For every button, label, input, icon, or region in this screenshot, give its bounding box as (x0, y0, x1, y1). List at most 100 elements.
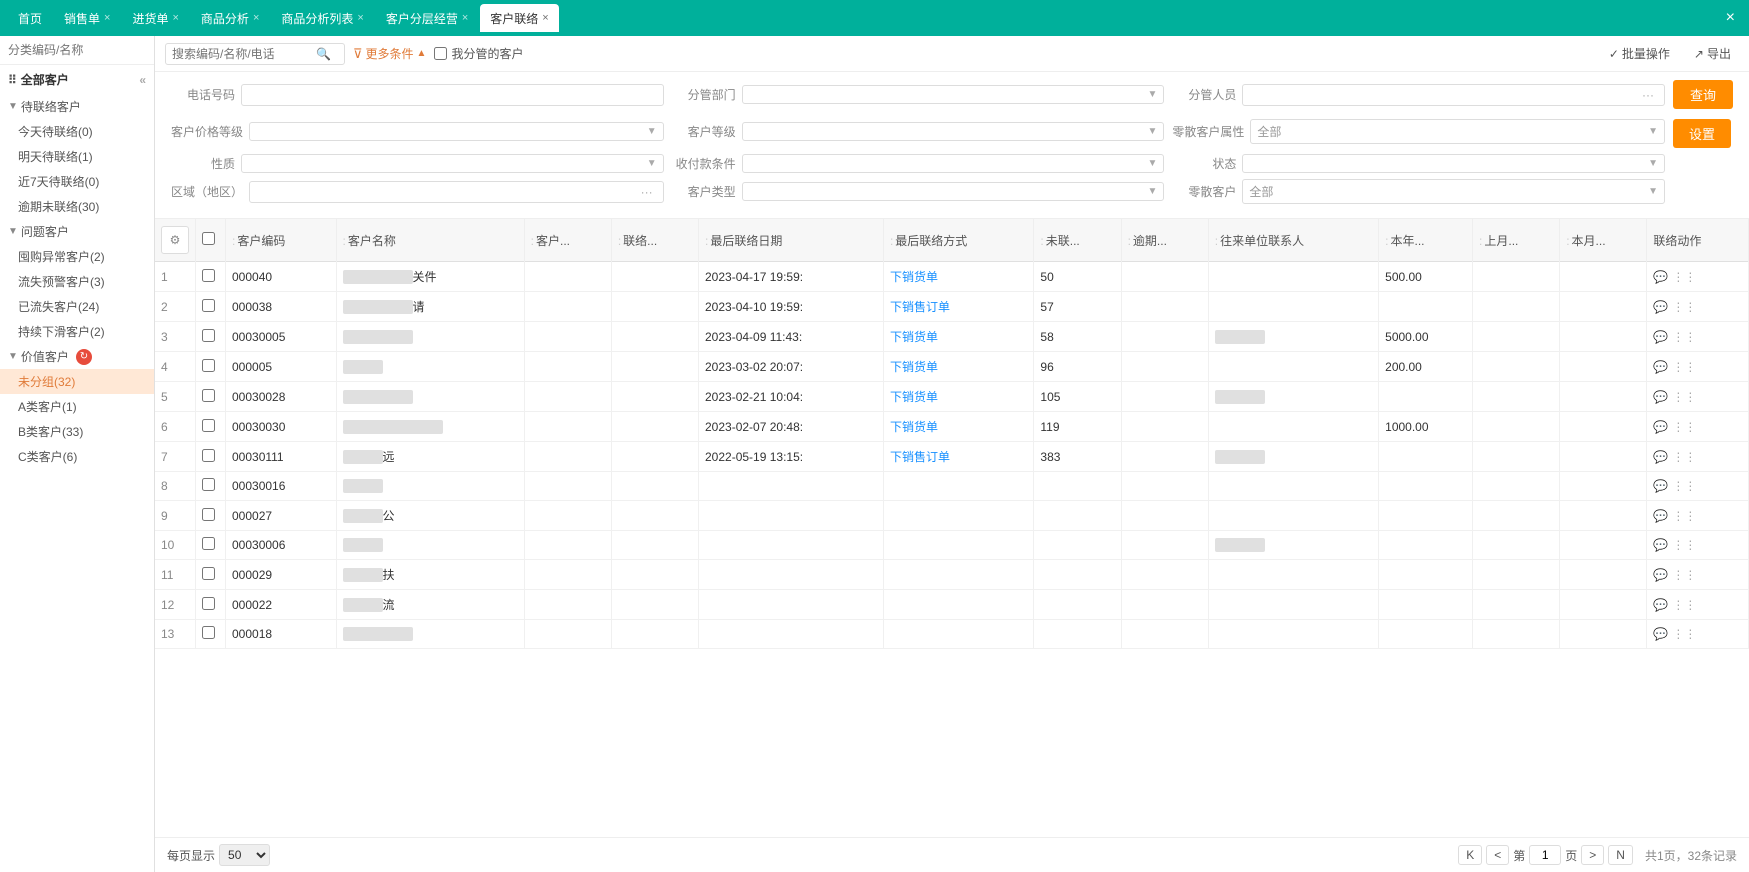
chat-icon[interactable]: 💬 (1653, 568, 1668, 582)
customer-type-select[interactable]: ▼ (742, 182, 1165, 201)
row-select-checkbox[interactable] (202, 419, 215, 432)
close-icon[interactable]: × (253, 12, 259, 24)
tab-home[interactable]: 首页 (8, 4, 52, 32)
sidebar-item-classB[interactable]: B类客户(33) (0, 419, 154, 444)
batch-operation-button[interactable]: ✓ 批量操作 (1601, 42, 1678, 65)
tab-product-list[interactable]: 商品分析列表 × (271, 4, 373, 32)
more-action-icon[interactable]: ⋮⋮ (1672, 568, 1696, 582)
chat-icon[interactable]: 💬 (1653, 509, 1668, 523)
sidebar-all-customers[interactable]: ⠿ 全部客户 « (0, 65, 154, 94)
customer-level-select[interactable]: ▼ (742, 122, 1165, 141)
sidebar-item-churned[interactable]: 已流失客户(24) (0, 294, 154, 319)
more-action-icon[interactable]: ⋮⋮ (1672, 450, 1696, 464)
chat-icon[interactable]: 💬 (1653, 360, 1668, 374)
more-icon[interactable]: ··· (637, 185, 657, 199)
tab-customer-seg[interactable]: 客户分层经营 × (376, 4, 478, 32)
row-select-checkbox[interactable] (202, 449, 215, 462)
sidebar-item-tomorrow[interactable]: 明天待联络(1) (0, 144, 154, 169)
more-action-icon[interactable]: ⋮⋮ (1672, 538, 1696, 552)
sidebar-item-declining[interactable]: 持续下滑客户(2) (0, 319, 154, 344)
sidebar-item-hoarding[interactable]: 囤购异常客户(2) (0, 244, 154, 269)
sidebar-item-today[interactable]: 今天待联络(0) (0, 119, 154, 144)
last-way-link[interactable]: 下销货单 (890, 270, 938, 284)
row-select-checkbox[interactable] (202, 626, 215, 639)
row-select-checkbox[interactable] (202, 389, 215, 402)
chat-icon[interactable]: 💬 (1653, 450, 1668, 464)
last-page-button[interactable]: N (1608, 845, 1633, 865)
retail-customer-select[interactable]: 全部 ▼ (1242, 179, 1665, 204)
last-way-link[interactable]: 下销货单 (890, 330, 938, 344)
row-select-checkbox[interactable] (202, 299, 215, 312)
more-conditions-button[interactable]: ⊽ 更多条件 ▲ (353, 45, 426, 62)
sidebar-item-churn-warn[interactable]: 流失预警客户(3) (0, 269, 154, 294)
close-icon[interactable]: × (172, 12, 178, 24)
retail-attr-select[interactable]: 全部 ▼ (1250, 119, 1665, 144)
window-close-button[interactable]: × (1720, 9, 1741, 27)
more-action-icon[interactable]: ⋮⋮ (1672, 390, 1696, 404)
chat-icon[interactable]: 💬 (1653, 270, 1668, 284)
row-select-checkbox[interactable] (202, 508, 215, 521)
sidebar-item-classC[interactable]: C类客户(6) (0, 444, 154, 469)
close-icon[interactable]: × (462, 12, 468, 24)
nature-select[interactable]: ▼ (241, 154, 664, 173)
more-action-icon[interactable]: ⋮⋮ (1672, 627, 1696, 641)
reset-button[interactable]: 设置 (1673, 119, 1731, 148)
row-select-checkbox[interactable] (202, 597, 215, 610)
chat-icon[interactable]: 💬 (1653, 627, 1668, 641)
more-action-icon[interactable]: ⋮⋮ (1672, 598, 1696, 612)
chat-icon[interactable]: 💬 (1653, 538, 1668, 552)
row-select-checkbox[interactable] (202, 329, 215, 342)
chat-icon[interactable]: 💬 (1653, 598, 1668, 612)
first-page-button[interactable]: K (1458, 845, 1482, 865)
more-action-icon[interactable]: ⋮⋮ (1672, 509, 1696, 523)
sidebar-item-ungroup[interactable]: 未分组(32) (0, 369, 154, 394)
select-all-checkbox[interactable] (202, 232, 215, 245)
manager-select[interactable]: ··· (1242, 84, 1665, 106)
close-icon[interactable]: × (357, 12, 363, 24)
tab-customer-contact[interactable]: 客户联络 × (480, 4, 558, 32)
prev-page-button[interactable]: < (1486, 845, 1509, 865)
row-select-checkbox[interactable] (202, 567, 215, 580)
collapse-icon[interactable]: « (139, 73, 146, 87)
last-way-link[interactable]: 下销货单 (890, 420, 938, 434)
last-way-link[interactable]: 下销货单 (890, 360, 938, 374)
tab-purchase[interactable]: 进货单 × (122, 4, 188, 32)
chat-icon[interactable]: 💬 (1653, 390, 1668, 404)
sidebar-group-pending[interactable]: ▼ 待联络客户 (0, 94, 154, 119)
region-select[interactable]: ··· (249, 181, 664, 203)
tab-product-analysis[interactable]: 商品分析 × (191, 4, 269, 32)
more-action-icon[interactable]: ⋮⋮ (1672, 300, 1696, 314)
row-select-checkbox[interactable] (202, 269, 215, 282)
my-customers-checkbox[interactable] (434, 47, 447, 60)
page-number-input[interactable] (1529, 845, 1561, 865)
tab-sales[interactable]: 销售单 × (54, 4, 120, 32)
more-action-icon[interactable]: ⋮⋮ (1672, 479, 1696, 493)
chat-icon[interactable]: 💬 (1653, 300, 1668, 314)
page-size-select[interactable]: 20 50 100 (219, 844, 270, 866)
last-way-link[interactable]: 下销售订单 (890, 300, 950, 314)
chat-icon[interactable]: 💬 (1653, 420, 1668, 434)
dept-select[interactable]: ▼ (742, 85, 1165, 104)
row-select-checkbox[interactable] (202, 478, 215, 491)
search-input[interactable] (172, 47, 312, 61)
gear-button[interactable]: ⚙ (161, 226, 189, 254)
sidebar-search-input[interactable] (8, 43, 155, 57)
payment-select[interactable]: ▼ (742, 154, 1165, 173)
sidebar-group-problem[interactable]: ▼ 问题客户 (0, 219, 154, 244)
chat-icon[interactable]: 💬 (1653, 479, 1668, 493)
price-level-select[interactable]: ▼ (249, 122, 664, 141)
more-action-icon[interactable]: ⋮⋮ (1672, 360, 1696, 374)
more-action-icon[interactable]: ⋮⋮ (1672, 330, 1696, 344)
close-icon[interactable]: × (104, 12, 110, 24)
row-select-checkbox[interactable] (202, 537, 215, 550)
status-select[interactable]: ▼ (1242, 154, 1665, 173)
next-page-button[interactable]: > (1581, 845, 1604, 865)
more-action-icon[interactable]: ⋮⋮ (1672, 420, 1696, 434)
sidebar-item-classA[interactable]: A类客户(1) (0, 394, 154, 419)
close-icon[interactable]: × (542, 12, 548, 24)
row-select-checkbox[interactable] (202, 359, 215, 372)
export-button[interactable]: ↗ 导出 (1686, 42, 1739, 65)
col-gear[interactable]: ⚙ (155, 219, 196, 262)
sidebar-group-value[interactable]: ▼ 价值客户 ↻ (0, 344, 154, 369)
query-button[interactable]: 查询 (1673, 80, 1733, 109)
